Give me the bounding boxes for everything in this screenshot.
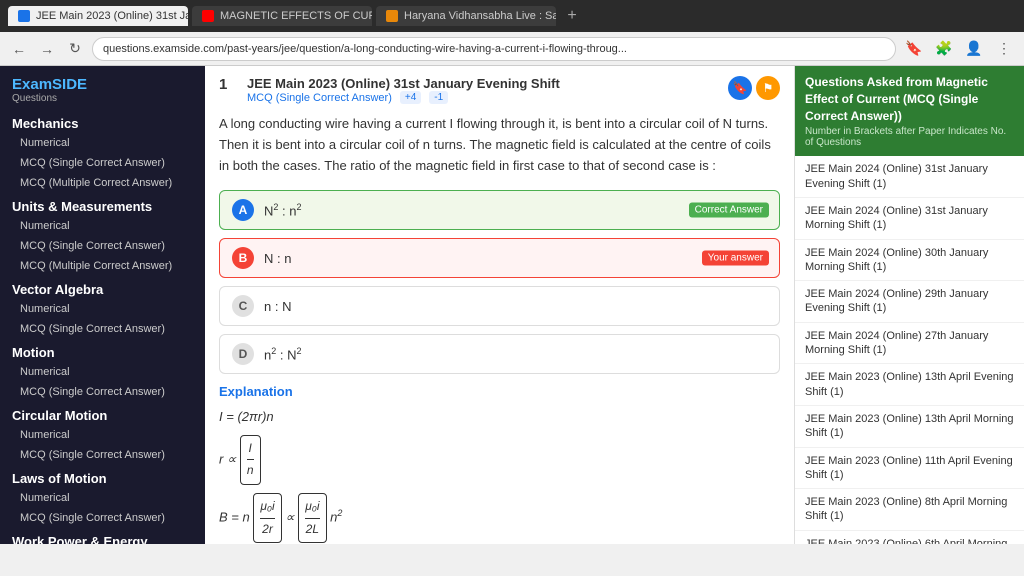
option-text-c: n : N: [264, 299, 291, 314]
sidebar-section-circular: Circular Motion: [0, 402, 205, 425]
menu-icon[interactable]: ⋮: [992, 37, 1016, 61]
sidebar-item-mechanics-mcq-multi[interactable]: MCQ (Multiple Correct Answer): [0, 173, 205, 193]
refresh-button[interactable]: ↻: [64, 38, 86, 60]
question-icons: 🔖 ⚑: [728, 76, 780, 100]
tab-bar: JEE Main 2023 (Online) 31st Jan... ✕ MAG…: [0, 0, 1024, 32]
right-panel-items: JEE Main 2024 (Online) 31st January Even…: [795, 156, 1024, 544]
right-panel-item[interactable]: JEE Main 2024 (Online) 31st January Morn…: [795, 198, 1024, 240]
sidebar-item-motion-mcq-single[interactable]: MCQ (Single Correct Answer): [0, 382, 205, 402]
brand-sub: Questions: [12, 93, 193, 104]
right-panel-item[interactable]: JEE Main 2023 (Online) 6th April Morning…: [795, 531, 1024, 544]
right-panel-title: Questions Asked from Magnetic Effect of …: [805, 74, 1014, 124]
sidebar-item-mechanics-numerical[interactable]: Numerical: [0, 133, 205, 153]
question-number: 1: [219, 76, 237, 93]
sidebar-item-vector-mcq-single[interactable]: MCQ (Single Correct Answer): [0, 319, 205, 339]
back-button[interactable]: ←: [8, 38, 30, 60]
option-text-d: n2 : N2: [264, 346, 302, 362]
explanation-title: Explanation: [219, 384, 780, 399]
option-c[interactable]: C n : N: [219, 286, 780, 326]
sidebar-section-units: Units & Measurements: [0, 193, 205, 216]
sidebar-logo: ExamSIDE Questions: [0, 66, 205, 110]
option-a[interactable]: A N2 : n2 Correct Answer: [219, 190, 780, 230]
badge-plus: +4: [400, 91, 421, 104]
brand-exam: Exam: [12, 76, 52, 93]
question-type: MCQ (Single Correct Answer): [247, 92, 392, 104]
correct-answer-tag: Correct Answer: [689, 203, 769, 218]
right-panel-item[interactable]: JEE Main 2023 (Online) 13th April Mornin…: [795, 406, 1024, 448]
tab-label-jee: JEE Main 2023 (Online) 31st Jan...: [36, 10, 188, 22]
right-panel-item[interactable]: JEE Main 2024 (Online) 31st January Even…: [795, 156, 1024, 198]
tab-favicon-yt: [202, 10, 214, 22]
sidebar-section-motion: Motion: [0, 339, 205, 362]
option-label-c: C: [232, 295, 254, 317]
question-text: A long conducting wire having a current …: [219, 114, 780, 176]
sidebar-item-units-mcq-single[interactable]: MCQ (Single Correct Answer): [0, 236, 205, 256]
bookmark-question-icon[interactable]: 🔖: [728, 76, 752, 100]
question-header: 1 JEE Main 2023 (Online) 31st January Ev…: [219, 76, 780, 104]
bookmark-icon[interactable]: 🔖: [902, 37, 926, 61]
right-panel-item[interactable]: JEE Main 2024 (Online) 29th January Even…: [795, 281, 1024, 323]
brand-side: SIDE: [52, 76, 87, 93]
tab-label-yt: MAGNETIC EFFECTS OF CURRENT A...: [220, 10, 372, 22]
option-label-d: D: [232, 343, 254, 365]
explanation-line-3: B = n μ₀i 2r ∝ μ₀i 2L n2: [219, 493, 780, 543]
new-tab-button[interactable]: +: [560, 4, 584, 28]
tab-favicon-hn: [386, 10, 398, 22]
option-text-b: N : n: [264, 251, 291, 266]
sidebar-item-vector-numerical[interactable]: Numerical: [0, 299, 205, 319]
right-panel-item[interactable]: JEE Main 2024 (Online) 27th January Morn…: [795, 323, 1024, 365]
explanation-line-2: r ∝ I n: [219, 435, 780, 485]
forward-button[interactable]: →: [36, 38, 58, 60]
right-panel: Questions Asked from Magnetic Effect of …: [794, 66, 1024, 544]
app-body: ExamSIDE Questions Mechanics Numerical M…: [0, 66, 1024, 544]
right-panel-item[interactable]: JEE Main 2023 (Online) 13th April Evenin…: [795, 364, 1024, 406]
sidebar-item-circular-numerical[interactable]: Numerical: [0, 425, 205, 445]
flag-question-icon[interactable]: ⚑: [756, 76, 780, 100]
profile-icon[interactable]: 👤: [962, 37, 986, 61]
question-meta-block: JEE Main 2023 (Online) 31st January Even…: [247, 76, 718, 104]
option-d[interactable]: D n2 : N2: [219, 334, 780, 374]
option-label-b: B: [232, 247, 254, 269]
right-panel-item[interactable]: JEE Main 2023 (Online) 8th April Morning…: [795, 489, 1024, 531]
tab-label-hn: Haryana Vidhansabha Live : Saini S...: [404, 10, 556, 22]
browser-nav-icons: 🔖 🧩 👤 ⋮: [902, 37, 1016, 61]
sidebar-section-vector: Vector Algebra: [0, 276, 205, 299]
url-text: questions.examside.com/past-years/jee/qu…: [103, 43, 627, 55]
sidebar-item-circular-mcq-single[interactable]: MCQ (Single Correct Answer): [0, 445, 205, 465]
tab-yt[interactable]: MAGNETIC EFFECTS OF CURRENT A...: [192, 6, 372, 26]
sidebar-item-laws-numerical[interactable]: Numerical: [0, 488, 205, 508]
tab-hn[interactable]: Haryana Vidhansabha Live : Saini S...: [376, 6, 556, 26]
right-panel-header: Questions Asked from Magnetic Effect of …: [795, 66, 1024, 156]
main-content: 1 JEE Main 2023 (Online) 31st January Ev…: [205, 66, 794, 544]
extensions-icon[interactable]: 🧩: [932, 37, 956, 61]
explanation-line-1: I = (2πr)n: [219, 405, 780, 428]
sidebar-item-units-numerical[interactable]: Numerical: [0, 216, 205, 236]
sidebar-section-laws: Laws of Motion: [0, 465, 205, 488]
badge-minus: -1: [429, 91, 448, 104]
option-text-a: N2 : n2: [264, 202, 302, 218]
question-title: JEE Main 2023 (Online) 31st January Even…: [247, 76, 718, 91]
right-panel-item[interactable]: JEE Main 2023 (Online) 11th April Evenin…: [795, 448, 1024, 490]
tab-jee[interactable]: JEE Main 2023 (Online) 31st Jan... ✕: [8, 6, 188, 26]
sidebar: ExamSIDE Questions Mechanics Numerical M…: [0, 66, 205, 544]
option-label-a: A: [232, 199, 254, 221]
explanation-text: I = (2πr)n r ∝ I n B = n μ₀i 2r ∝ μ₀i 2L: [219, 405, 780, 543]
sidebar-item-motion-numerical[interactable]: Numerical: [0, 362, 205, 382]
right-panel-item[interactable]: JEE Main 2024 (Online) 30th January Morn…: [795, 240, 1024, 282]
sidebar-section-work: Work Power & Energy: [0, 528, 205, 544]
option-b[interactable]: B N : n Your answer: [219, 238, 780, 278]
address-bar[interactable]: questions.examside.com/past-years/jee/qu…: [92, 37, 896, 61]
sidebar-item-mechanics-mcq-single[interactable]: MCQ (Single Correct Answer): [0, 153, 205, 173]
sidebar-item-laws-mcq-single[interactable]: MCQ (Single Correct Answer): [0, 508, 205, 528]
your-answer-tag: Your answer: [702, 251, 769, 266]
right-panel-sub: Number in Brackets after Paper Indicates…: [805, 126, 1014, 148]
tab-favicon-jee: [18, 10, 30, 22]
question-meta: MCQ (Single Correct Answer) +4 -1: [247, 91, 718, 104]
brand-name: ExamSIDE: [12, 76, 193, 93]
sidebar-item-units-mcq-multi[interactable]: MCQ (Multiple Correct Answer): [0, 256, 205, 276]
sidebar-section-mechanics: Mechanics: [0, 110, 205, 133]
nav-bar: ← → ↻ questions.examside.com/past-years/…: [0, 32, 1024, 66]
